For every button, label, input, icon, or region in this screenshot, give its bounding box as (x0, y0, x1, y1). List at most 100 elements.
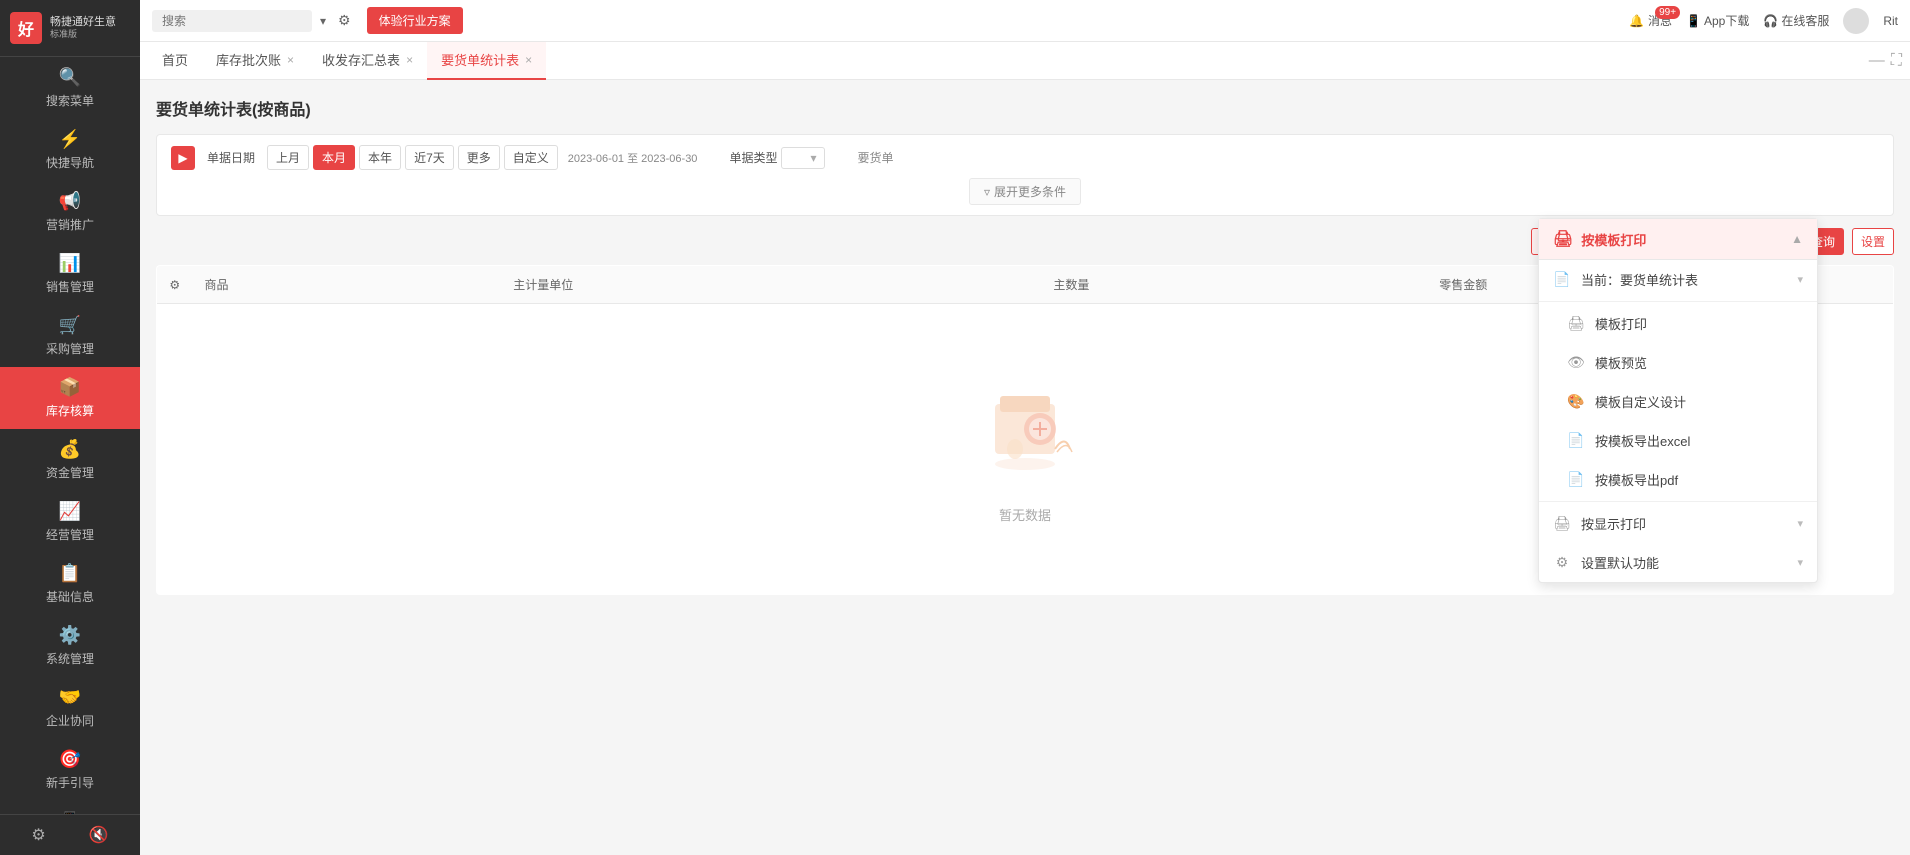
dropdown-header[interactable]: 🖨 按模板打印 ▲ (1539, 219, 1817, 260)
sidebar-item-system[interactable]: ⚙️ 系统管理 (0, 615, 140, 677)
tabbar-controls: — ⛶ (1869, 52, 1902, 70)
tab-batch-label: 库存批次账 (216, 50, 281, 69)
topbar-dropdown-arrow[interactable]: ▾ (320, 14, 326, 28)
sidebar-item-guide[interactable]: 🎯 新手引导 (0, 739, 140, 801)
expand-more-button[interactable]: ▿ 展开更多条件 (969, 178, 1081, 205)
sidebar-item-apps[interactable]: 📱 应用中心 (0, 801, 140, 814)
tab-order-stat-label: 要货单统计表 (441, 50, 519, 69)
dropdown-current-template[interactable]: 📄 当前：要货单统计表 ▾ (1539, 260, 1817, 299)
printer-icon: 🖨 (1567, 315, 1585, 332)
tab-order-stat[interactable]: 要货单统计表 × (427, 42, 546, 80)
set-default-label: 设置默认功能 (1581, 553, 1787, 572)
app-label: App下载 (1704, 12, 1749, 29)
sidebar-item-basic[interactable]: 📋 基础信息 (0, 553, 140, 615)
display-print-icon: 🖨 (1553, 515, 1571, 532)
sidebar-item-label: 营销推广 (46, 216, 94, 233)
dropdown-collapse-icon[interactable]: ▲ (1791, 232, 1803, 246)
type-select-arrow: ▾ (810, 151, 816, 165)
mute-button[interactable]: 🔇 (89, 825, 109, 845)
sidebar-item-purchase[interactable]: 🛒 采购管理 (0, 305, 140, 367)
lightning-icon: ⚡ (59, 129, 81, 150)
page-content: 要货单统计表(按商品) ▶ 单据日期 上月 本月 本年 近7天 更多 自定义 2… (140, 80, 1910, 855)
dropdown-template-excel[interactable]: 📄 按模板导出excel (1539, 421, 1817, 460)
th-qty: 主数量 (1041, 266, 1427, 304)
settings-button[interactable]: 设置 (1852, 228, 1894, 255)
date-btn-last-month[interactable]: 上月 (267, 145, 309, 170)
search-icon: 🔍 (59, 67, 81, 88)
sidebar-item-inventory[interactable]: 📦 库存核算 (0, 367, 140, 429)
dropdown-template-pdf[interactable]: 📄 按模板导出pdf (1539, 460, 1817, 499)
tab-home[interactable]: 首页 (148, 42, 202, 80)
sidebar-item-operations[interactable]: 📈 经营管理 (0, 491, 140, 553)
date-filter-options: 上月 本月 本年 近7天 更多 自定义 2023-06-01 至 2023-06… (267, 145, 697, 170)
expand-more-row: ▿ 展开更多条件 (171, 178, 1879, 205)
app-name: 畅捷通好生意 (50, 15, 116, 29)
date-btn-more[interactable]: 更多 (458, 145, 500, 170)
sidebar-item-label: 销售管理 (46, 278, 94, 295)
yaohuodan-filter: 要货单 (857, 149, 893, 166)
pdf-icon: 📄 (1567, 471, 1585, 488)
topbar-search-input[interactable] (152, 10, 312, 32)
message-button[interactable]: 🔔 消息 99+ (1629, 12, 1672, 29)
tab-minimize-button[interactable]: — (1869, 52, 1885, 70)
date-btn-7days[interactable]: 近7天 (405, 145, 454, 170)
filter-row: ▶ 单据日期 上月 本月 本年 近7天 更多 自定义 2023-06-01 至 … (171, 145, 1879, 170)
sidebar-item-label: 系统管理 (46, 650, 94, 667)
gear-icon: ⚙️ (59, 625, 81, 646)
template-icon: 📄 (1553, 271, 1571, 288)
dropdown-template-print[interactable]: 🖨 模板打印 (1539, 304, 1817, 343)
online-service-button[interactable]: 🎧 在线客服 (1763, 12, 1829, 29)
sidebar-item-collab[interactable]: 🤝 企业协同 (0, 677, 140, 739)
username-label[interactable]: Rit (1883, 14, 1898, 28)
print-dropdown-menu: 🖨 按模板打印 ▲ 📄 当前：要货单统计表 ▾ 🖨 模板打印 👁 模板预览 (1538, 218, 1818, 583)
print-header-icon: 🖨 (1553, 229, 1573, 249)
date-btn-custom[interactable]: 自定义 (504, 145, 558, 170)
date-range-display: 2023-06-01 至 2023-06-30 (568, 150, 698, 166)
dropdown-template-preview[interactable]: 👁 模板预览 (1539, 343, 1817, 382)
sidebar-item-label: 基础信息 (46, 588, 94, 605)
empty-text: 暂无数据 (999, 505, 1051, 524)
chevron-down-icon: ▿ (984, 185, 990, 199)
gear-icon[interactable]: ⚙ (169, 278, 180, 292)
sidebar-item-search[interactable]: 🔍 搜索菜单 (0, 57, 140, 119)
tab-batch-close[interactable]: × (287, 53, 294, 67)
tab-batch[interactable]: 库存批次账 × (202, 42, 308, 80)
sidebar-item-label: 企业协同 (46, 712, 94, 729)
excel-icon: 📄 (1567, 432, 1585, 449)
box-icon: 📦 (59, 377, 81, 398)
settings-button[interactable]: ⚙ (31, 825, 45, 845)
design-icon: 🎨 (1567, 393, 1585, 410)
empty-illustration (975, 374, 1075, 493)
type-filter-select[interactable]: ▾ (781, 147, 825, 169)
headset-icon: 🎧 (1763, 14, 1778, 28)
sidebar-item-marketing[interactable]: 📢 营销推广 (0, 181, 140, 243)
filter-expand-icon[interactable]: ▶ (171, 146, 195, 170)
set-default-icon: ⚙ (1553, 554, 1571, 571)
tab-receipt[interactable]: 收发存汇总表 × (308, 42, 427, 80)
tab-maximize-button[interactable]: ⛶ (1891, 52, 1902, 70)
main-area: ▾ ⚙ 体验行业方案 🔔 消息 99+ 📱 App下载 🎧 在线客服 Rit 首… (140, 0, 1910, 855)
sidebar: 好 畅捷通好生意 标准版 🔍 搜索菜单 ⚡ 快捷导航 📢 营销推广 📊 销售管理… (0, 0, 140, 855)
app-logo: 好 畅捷通好生意 标准版 (0, 0, 140, 57)
sidebar-item-finance[interactable]: 💰 资金管理 (0, 429, 140, 491)
tab-order-stat-close[interactable]: × (525, 53, 532, 67)
sidebar-item-label: 经营管理 (46, 526, 94, 543)
app-download-button[interactable]: 📱 App下载 (1686, 12, 1749, 29)
dropdown-header-label: 按模板打印 (1581, 230, 1646, 249)
sidebar-item-sales[interactable]: 📊 销售管理 (0, 243, 140, 305)
dropdown-template-design[interactable]: 🎨 模板自定义设计 (1539, 382, 1817, 421)
display-print-label: 按显示打印 (1581, 514, 1787, 533)
megaphone-icon: 📢 (59, 191, 81, 212)
dropdown-display-print[interactable]: 🖨 按显示打印 ▾ (1539, 504, 1817, 543)
date-btn-this-year[interactable]: 本年 (359, 145, 401, 170)
topbar-gear-icon[interactable]: ⚙ (338, 12, 351, 29)
sidebar-nav: 🔍 搜索菜单 ⚡ 快捷导航 📢 营销推广 📊 销售管理 🛒 采购管理 📦 库存核… (0, 57, 140, 814)
sidebar-item-shortcut[interactable]: ⚡ 快捷导航 (0, 119, 140, 181)
avatar[interactable] (1843, 8, 1869, 34)
clipboard-icon: 📋 (59, 563, 81, 584)
trial-button[interactable]: 体验行业方案 (367, 7, 463, 34)
dropdown-set-default[interactable]: ⚙ 设置默认功能 ▾ (1539, 543, 1817, 582)
date-btn-this-month[interactable]: 本月 (313, 145, 355, 170)
chart-icon: 📊 (59, 253, 81, 274)
tab-receipt-close[interactable]: × (406, 53, 413, 67)
